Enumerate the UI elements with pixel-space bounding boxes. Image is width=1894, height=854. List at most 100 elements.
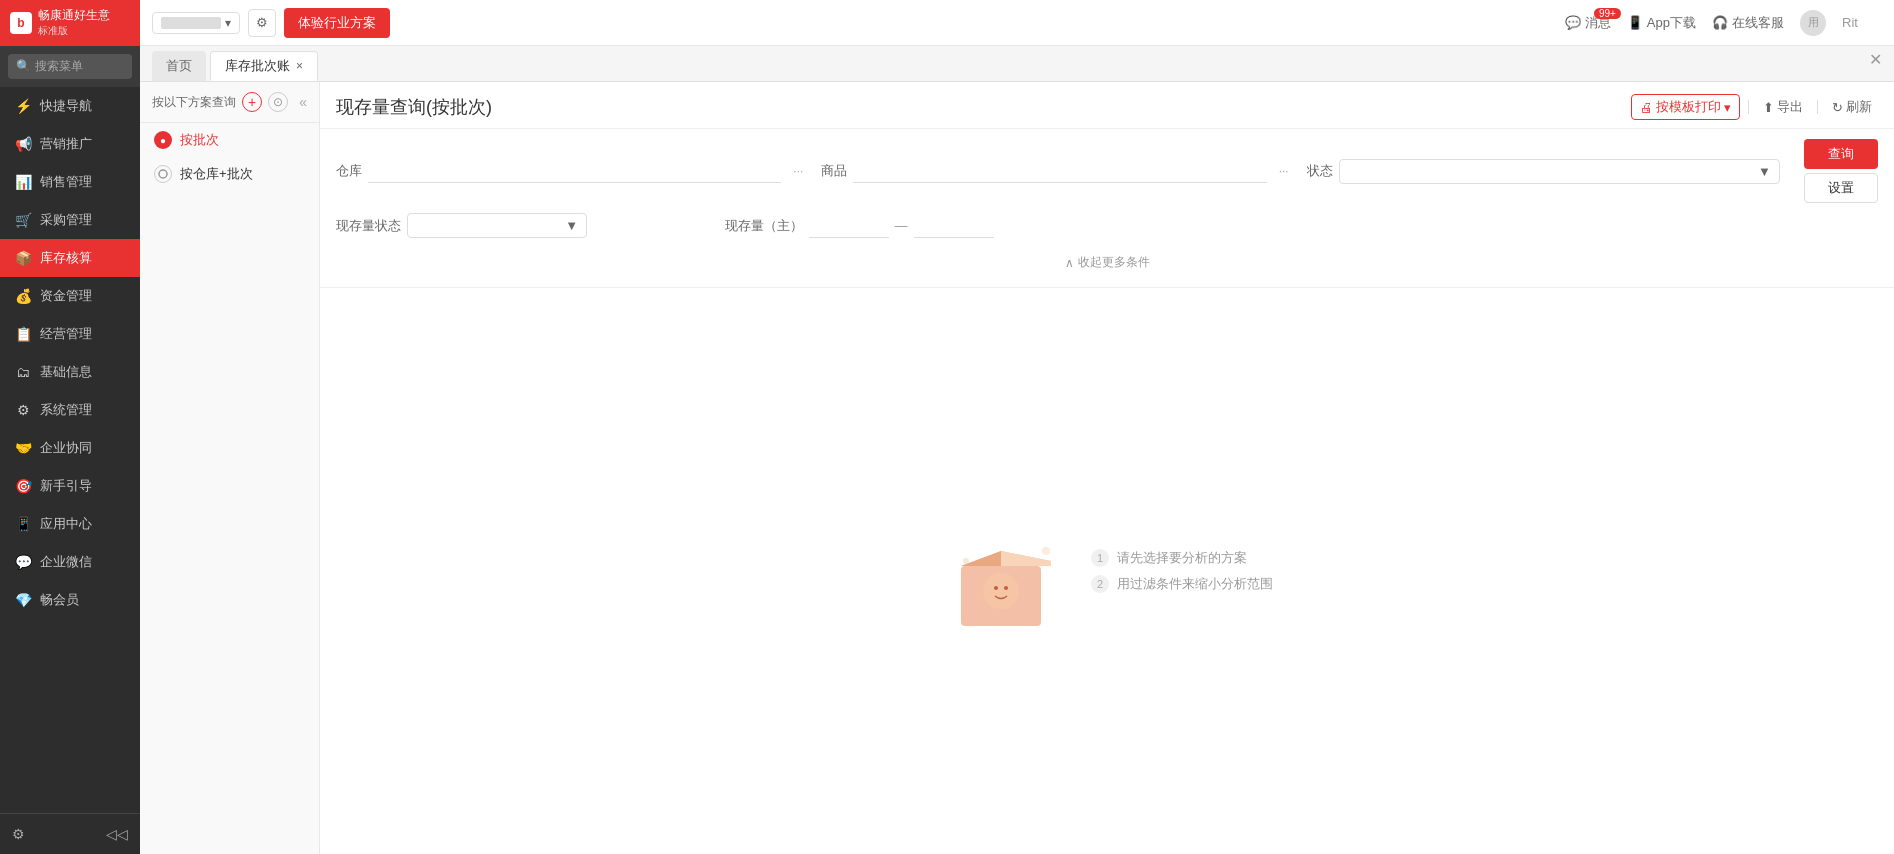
product-more-button[interactable]: ··· — [1273, 162, 1295, 180]
system-icon: ⚙ — [14, 401, 32, 419]
sidebar-item-purchase[interactable]: 🛒 采购管理 — [0, 201, 140, 239]
page-title: 现存量查询(按批次) — [336, 95, 492, 119]
app-edition: 标准版 — [38, 24, 110, 38]
add-plan-button[interactable]: + — [242, 92, 262, 112]
tab-home[interactable]: 首页 — [152, 51, 206, 81]
app-logo: b — [10, 12, 32, 34]
svg-point-0 — [159, 170, 167, 178]
left-panel-collapse-button[interactable]: « — [299, 94, 307, 110]
export-icon: ⬆ — [1763, 100, 1774, 115]
stock-qty-range: — — [809, 214, 994, 238]
sidebar-item-system[interactable]: ⚙ 系统管理 — [0, 391, 140, 429]
sidebar-item-quick-nav[interactable]: ⚡ 快捷导航 — [0, 87, 140, 125]
warehouse-label: 仓库 — [336, 162, 362, 180]
divider2 — [1817, 100, 1818, 114]
empty-state: 1 请先选择要分析的方案 2 用过滤条件来缩小分析范围 — [320, 288, 1894, 854]
vip-icon: 💎 — [14, 591, 32, 609]
filter-area: 仓库 ··· 商品 ··· 状态 ▼ — [320, 129, 1894, 288]
print-button[interactable]: 🖨 按模板打印 ▾ — [1631, 94, 1740, 120]
product-filter: 商品 ··· — [821, 159, 1294, 183]
sidebar-header: b 畅康通好生意 标准版 — [0, 0, 140, 46]
refresh-button[interactable]: ↻ 刷新 — [1826, 95, 1878, 119]
product-label: 商品 — [821, 162, 847, 180]
operations-icon: 📋 — [14, 325, 32, 343]
left-panel-header: 按以下方案查询 + ⊙ « — [140, 82, 319, 123]
plan-item-batch[interactable]: ● 按批次 — [140, 123, 319, 157]
sidebar-footer: ⚙ ◁◁ — [0, 813, 140, 854]
collapse-filter-button[interactable]: ∧ 收起更多条件 — [336, 248, 1878, 277]
sidebar-item-inventory[interactable]: 📦 库存核算 — [0, 239, 140, 277]
quick-nav-icon: ⚡ — [14, 97, 32, 115]
enterprise-icon: 🤝 — [14, 439, 32, 457]
dropdown-text — [161, 17, 221, 29]
hint-text-1: 请先选择要分析的方案 — [1117, 549, 1247, 567]
sidebar-item-vip[interactable]: 💎 畅会员 — [0, 581, 140, 619]
range-dash: — — [895, 218, 908, 233]
hint-num-1: 1 — [1091, 549, 1109, 567]
warehouse-input[interactable] — [368, 159, 781, 183]
stock-status-dropdown[interactable]: ▼ — [407, 213, 587, 238]
topbar-dropdown[interactable]: ▾ — [152, 12, 240, 34]
sidebar-item-finance[interactable]: 💰 资金管理 — [0, 277, 140, 315]
warehouse-more-button[interactable]: ··· — [787, 162, 809, 180]
stock-qty-min-input[interactable] — [809, 214, 889, 238]
inventory-icon: 📦 — [14, 249, 32, 267]
hint-text-2: 用过滤条件来缩小分析范围 — [1117, 575, 1273, 593]
topbar: ▾ ⚙ 体验行业方案 💬 消息 99+ 📱 App下载 🎧 在线客服 用 — [140, 0, 1894, 46]
print-dropdown-icon[interactable]: ▾ — [1724, 100, 1731, 115]
marketing-icon: 📢 — [14, 135, 32, 153]
svg-point-2 — [983, 573, 1019, 609]
sidebar-item-app-center[interactable]: 📱 应用中心 — [0, 505, 140, 543]
collapse-icon: ∧ — [1065, 256, 1074, 270]
sidebar-item-sales[interactable]: 📊 销售管理 — [0, 163, 140, 201]
sidebar-search[interactable]: 🔍 搜索菜单 — [0, 46, 140, 87]
svg-point-6 — [1042, 547, 1050, 555]
messages-button[interactable]: 💬 消息 99+ — [1565, 14, 1611, 32]
online-service-button[interactable]: 🎧 在线客服 — [1712, 14, 1784, 32]
warehouse-filter: 仓库 ··· — [336, 159, 809, 183]
print-icon: 🖨 — [1640, 100, 1653, 115]
search-icon: 🔍 — [16, 59, 31, 73]
export-button[interactable]: ⬆ 导出 — [1757, 95, 1809, 119]
plan-item-warehouse-batch[interactable]: 按仓库+批次 — [140, 157, 319, 191]
tab-inventory-batch[interactable]: 库存批次账 × — [210, 51, 318, 81]
plan-dot-warehouse-batch — [154, 165, 172, 183]
gear-icon: ⚙ — [256, 15, 268, 30]
tab-close-icon[interactable]: × — [296, 59, 303, 73]
action-buttons: 查询 设置 — [1792, 139, 1878, 203]
phone-icon: 📱 — [1627, 15, 1643, 30]
plan-settings-button[interactable]: ⊙ — [268, 92, 288, 112]
sidebar-collapse-button[interactable]: ◁◁ — [102, 822, 132, 846]
sidebar-item-enterprise[interactable]: 🤝 企业协同 — [0, 429, 140, 467]
status-filter: 状态 ▼ — [1307, 159, 1780, 184]
experience-industry-button[interactable]: 体验行业方案 — [284, 8, 390, 38]
user-avatar[interactable]: 用 — [1800, 10, 1826, 36]
sidebar-item-newbie[interactable]: 🎯 新手引导 — [0, 467, 140, 505]
divider — [1748, 100, 1749, 114]
plan-dot-batch: ● — [154, 131, 172, 149]
status-dropdown-icon: ▼ — [1758, 164, 1771, 179]
sidebar-nav: ⚡ 快捷导航 📢 营销推广 📊 销售管理 🛒 采购管理 📦 库存核算 💰 资金管… — [0, 87, 140, 813]
stock-qty-max-input[interactable] — [914, 214, 994, 238]
query-button[interactable]: 查询 — [1804, 139, 1878, 169]
empty-hint-2: 2 用过滤条件来缩小分析范围 — [1091, 575, 1273, 593]
sidebar-item-marketing[interactable]: 📢 营销推广 — [0, 125, 140, 163]
sidebar-item-enterprise-wechat[interactable]: 💬 企业微信 — [0, 543, 140, 581]
app-center-icon: 📱 — [14, 515, 32, 533]
status-label: 状态 — [1307, 162, 1333, 180]
hint-num-2: 2 — [1091, 575, 1109, 593]
sidebar-settings-button[interactable]: ⚙ — [8, 822, 29, 846]
app-download-button[interactable]: 📱 App下载 — [1627, 14, 1696, 32]
panel-close-button[interactable]: ✕ — [1869, 50, 1882, 69]
sidebar-item-basics[interactable]: 🗂 基础信息 — [0, 353, 140, 391]
svg-point-3 — [994, 586, 998, 590]
search-menu-item[interactable]: 🔍 搜索菜单 — [8, 54, 132, 79]
purchase-icon: 🛒 — [14, 211, 32, 229]
right-content: 现存量查询(按批次) 🖨 按模板打印 ▾ ⬆ 导出 ↻ 刷 — [320, 82, 1894, 854]
topbar-gear-button[interactable]: ⚙ — [248, 9, 276, 37]
setup-button[interactable]: 设置 — [1804, 173, 1878, 203]
product-input[interactable] — [853, 159, 1266, 183]
status-dropdown[interactable]: ▼ — [1339, 159, 1780, 184]
sidebar-item-operations[interactable]: 📋 经营管理 — [0, 315, 140, 353]
left-panel: 按以下方案查询 + ⊙ « ● 按批次 按仓库+批次 — [140, 82, 320, 854]
